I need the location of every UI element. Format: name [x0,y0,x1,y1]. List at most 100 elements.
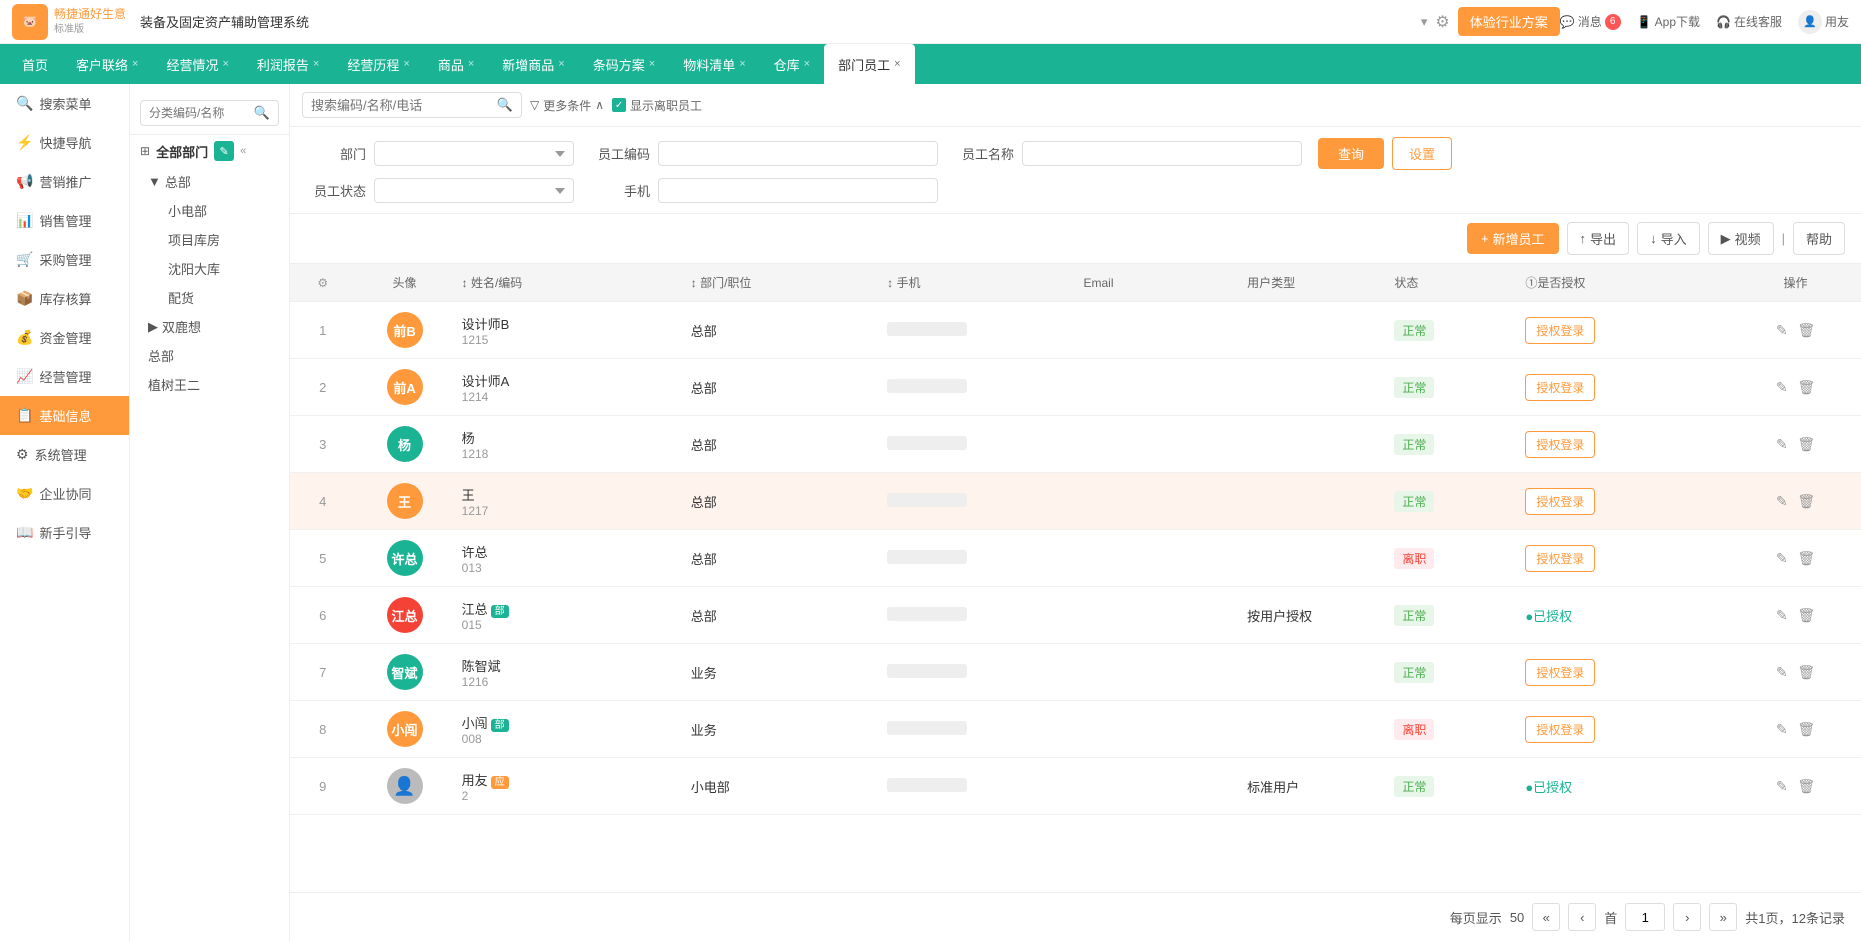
auth-button[interactable]: 授权登录 [1525,488,1595,515]
sidebar-item-system[interactable]: ⚙ 系统管理 [0,435,129,474]
set-button[interactable]: 设置 [1392,137,1452,170]
auth-button[interactable]: 授权登录 [1525,659,1595,686]
delete-icon[interactable]: 🗑 [1797,664,1815,680]
edit-icon[interactable]: ✎ [1776,322,1788,338]
emp-status-select[interactable] [374,178,574,203]
settings-icon[interactable]: ⚙ [1435,12,1449,32]
auth-button[interactable]: 授权登录 [1525,545,1595,572]
edit-icon[interactable]: ✎ [1776,550,1788,566]
dept-item-shenyang[interactable]: 沈阳大库 [158,254,289,283]
dept-item-peihuo[interactable]: 配货 [158,283,289,312]
help-button[interactable]: 帮助 [1793,222,1845,255]
add-employee-button[interactable]: + 新增员工 [1467,223,1559,254]
tab-profit[interactable]: 利润报告 × [243,44,333,84]
tab-bom[interactable]: 物料清单 × [669,44,759,84]
first-page-btn[interactable]: « [1532,903,1560,931]
trial-button[interactable]: 体验行业方案 [1458,7,1560,36]
dept-edit-button[interactable]: ✎ [214,141,234,161]
page-input[interactable] [1625,903,1665,931]
edit-icon[interactable]: ✎ [1776,607,1788,623]
col-settings[interactable]: ⚙ [290,264,355,302]
dept-item-xiaodian[interactable]: 小电部 [158,196,289,225]
dept-item-shuanglu[interactable]: ▶ 双鹿想 [138,312,289,341]
auth-button[interactable]: 授权登录 [1525,431,1595,458]
import-button[interactable]: ↓ 导入 [1637,222,1700,255]
last-page-btn[interactable]: » [1709,903,1737,931]
delete-icon[interactable]: 🗑 [1797,778,1815,794]
export-button[interactable]: ↑ 导出 [1567,222,1630,255]
edit-icon[interactable]: ✎ [1776,721,1788,737]
sidebar-item-collab[interactable]: 🤝 企业协同 [0,474,129,513]
delete-icon[interactable]: 🗑 [1797,721,1815,737]
close-icon[interactable]: × [403,58,409,70]
auth-button[interactable]: 授权登录 [1525,374,1595,401]
col-name-header[interactable]: ↕ 姓名/编码 [454,264,683,302]
tab-operation[interactable]: 经营情况 × [152,44,242,84]
dept-all-label[interactable]: 全部部门 [156,142,208,161]
edit-icon[interactable]: ✎ [1776,379,1788,395]
sidebar-item-guide[interactable]: 📖 新手引导 [0,513,129,552]
auth-button[interactable]: 授权登录 [1525,716,1595,743]
dept-search-icon[interactable]: 🔍 [254,105,270,121]
close-icon[interactable]: × [739,58,745,70]
delete-icon[interactable]: 🗑 [1797,322,1815,338]
dept-item-zongbu[interactable]: ▼ 总部 [138,167,289,196]
sidebar-item-sales[interactable]: 📊 销售管理 [0,201,129,240]
tab-dept-employee[interactable]: 部门员工 × [824,44,914,84]
delete-icon[interactable]: 🗑 [1797,550,1815,566]
edit-icon[interactable]: ✎ [1776,493,1788,509]
prev-page-btn[interactable]: ‹ [1568,903,1596,931]
tab-customer[interactable]: 客户联络 × [62,44,152,84]
app-download-btn[interactable]: 📱 App下载 [1637,13,1700,30]
view-button[interactable]: ▶ 视频 [1708,222,1774,255]
tab-new-goods[interactable]: 新增商品 × [488,44,578,84]
sidebar-item-marketing[interactable]: 📢 营销推广 [0,162,129,201]
tab-home[interactable]: 首页 [8,44,62,84]
col-phone-header[interactable]: ↕ 手机 [879,264,1075,302]
sidebar-item-inventory[interactable]: 📦 库存核算 [0,279,129,318]
emp-name-input[interactable] [1022,141,1302,166]
employee-search-input[interactable] [311,98,493,113]
edit-icon[interactable]: ✎ [1776,778,1788,794]
dropdown-arrow-icon[interactable]: ▾ [1421,14,1428,30]
dept-select[interactable] [374,141,574,166]
sidebar-item-quick-nav[interactable]: ⚡ 快捷导航 [0,123,129,162]
tab-warehouse[interactable]: 仓库 × [760,44,824,84]
message-btn[interactable]: 💬 消息 6 [1560,13,1621,30]
col-dept-header[interactable]: ↕ 部门/职位 [683,264,879,302]
dept-item-project[interactable]: 项目库房 [158,225,289,254]
close-icon[interactable]: × [649,58,655,70]
sidebar-item-search[interactable]: 🔍 搜索菜单 [0,84,129,123]
edit-icon[interactable]: ✎ [1776,664,1788,680]
close-icon[interactable]: × [222,58,228,70]
delete-icon[interactable]: 🗑 [1797,379,1815,395]
sidebar-item-basic-info[interactable]: 📋 基础信息 [0,396,129,435]
next-page-btn[interactable]: › [1673,903,1701,931]
close-icon[interactable]: × [132,58,138,70]
dept-search-input[interactable] [149,106,250,120]
delete-icon[interactable]: 🗑 [1797,436,1815,452]
close-icon[interactable]: × [804,58,810,70]
dept-item-zhishu[interactable]: 植树王二 [138,370,289,399]
close-icon[interactable]: × [894,58,900,70]
dept-item-zongbu2[interactable]: 总部 [138,341,289,370]
online-service-btn[interactable]: 🎧 在线客服 [1716,13,1782,30]
query-button[interactable]: 查询 [1318,138,1384,169]
edit-icon[interactable]: ✎ [1776,436,1788,452]
sidebar-item-purchase[interactable]: 🛒 采购管理 [0,240,129,279]
delete-icon[interactable]: 🗑 [1797,493,1815,509]
phone-input[interactable] [658,178,938,203]
show-resigned-toggle[interactable]: ✓ 显示离职员工 [612,97,702,114]
tab-barcode[interactable]: 条码方案 × [579,44,669,84]
emp-code-input[interactable] [658,141,938,166]
tab-goods[interactable]: 商品 × [424,44,488,84]
sidebar-item-business[interactable]: 📈 经营管理 [0,357,129,396]
more-filter-btn[interactable]: ▽ 更多条件 ∧ [530,97,604,114]
close-icon[interactable]: × [468,58,474,70]
delete-icon[interactable]: 🗑 [1797,607,1815,623]
dept-collapse-button[interactable]: « [240,145,246,157]
sidebar-item-finance[interactable]: 💰 资金管理 [0,318,129,357]
user-btn[interactable]: 👤 用友 [1798,10,1849,34]
close-icon[interactable]: × [313,58,319,70]
auth-button[interactable]: 授权登录 [1525,317,1595,344]
